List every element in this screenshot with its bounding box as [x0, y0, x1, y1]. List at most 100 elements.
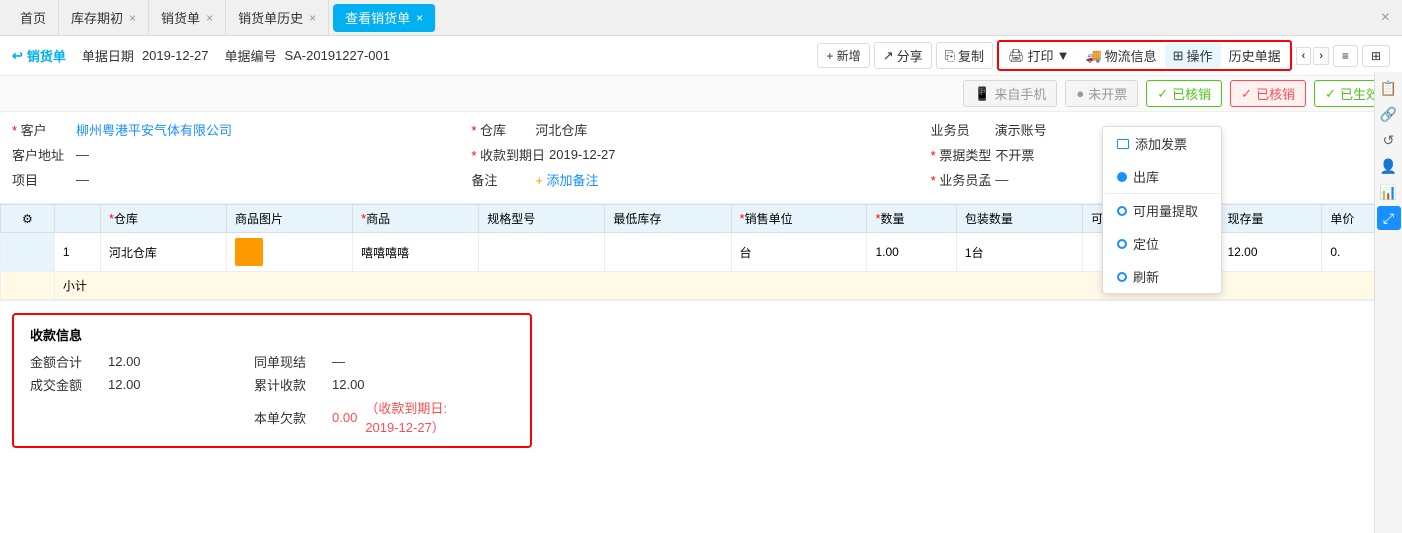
tab-inventory[interactable]: 库存期初 × [59, 0, 149, 36]
customer-label: 客户 [12, 120, 72, 139]
dropdown-locate[interactable]: 定位 [1103, 227, 1221, 260]
customer-value[interactable]: 柳州粤港平安气体有限公司 [76, 120, 232, 139]
staff2-value: — [995, 172, 1008, 187]
dropdown-add-invoice[interactable]: 添加发票 [1103, 127, 1221, 160]
print-operation-group: 🖨 打印 ▼ 🚚 物流信息 ⊞ 操作 历史单据 [997, 40, 1292, 71]
tab-inventory-close[interactable]: × [129, 11, 136, 25]
payment-info-box: 收款信息 金额合计 12.00 同单现结 — 成交金额 12.00 累计收款 1… [12, 313, 532, 448]
history-button[interactable]: 历史单据 [1221, 43, 1289, 68]
row-pack-qty: 1台 [956, 233, 1082, 272]
tab-view-sales-label: 查看销货单 [345, 8, 410, 27]
payment-date-label: 收款到期日 [471, 145, 545, 164]
note-add-icon: + [535, 173, 543, 188]
ticket-type-label: 票据类型 [931, 145, 992, 164]
logistics-icon: 🚚 [1085, 48, 1101, 64]
from-phone-button[interactable]: 📱 来自手机 [963, 80, 1057, 107]
subtotal-gear [1, 272, 55, 300]
tab-view-sales[interactable]: 查看销货单 × [333, 4, 436, 32]
not-open-button[interactable]: ● 未开票 [1065, 80, 1138, 107]
project-label: 项目 [12, 170, 72, 189]
list-view-button[interactable]: ≡ [1333, 45, 1358, 67]
phone-icon: 📱 [974, 86, 990, 102]
row-gear [1, 233, 55, 272]
doc-type: ↩ 销货单 [12, 46, 66, 65]
window-close-button[interactable]: × [1381, 9, 1390, 27]
delivery-icon [1117, 172, 1127, 182]
col-unit: *销售单位 [731, 205, 867, 233]
arrears-detail-row: 本单欠款 0.00 （收款到期日: 2019-12-27） [254, 398, 474, 436]
share-button[interactable]: ↗ 分享 [874, 42, 932, 69]
same-order-row: 同单现结 — [254, 352, 474, 371]
staff-value: 演示账号 [995, 120, 1047, 139]
arrears-note: （收款到期日: 2019-12-27） [365, 398, 474, 436]
print-button[interactable]: 🖨 打印 ▼ [1000, 43, 1077, 68]
deal-amount-value: 12.00 [108, 377, 141, 392]
sidebar-expand-icon[interactable]: ⤢ [1377, 206, 1401, 230]
same-order-value: — [332, 354, 345, 369]
note-add-button[interactable]: + 添加备注 [535, 170, 598, 189]
row-stock: 12.00 [1219, 233, 1322, 272]
dropdown-refresh[interactable]: 刷新 [1103, 260, 1221, 293]
tab-sales-history-close[interactable]: × [309, 11, 316, 25]
tab-bar: 首页 库存期初 × 销货单 × 销货单历史 × 查看销货单 × × [0, 0, 1402, 36]
tab-sales-close[interactable]: × [206, 11, 213, 25]
ticket-type-value: 不开票 [995, 145, 1034, 164]
next-button[interactable]: › [1313, 47, 1329, 65]
status-bar: 📱 来自手机 ● 未开票 ✓ 已核销 ✓ 已核销 ✓ 已生效 [0, 76, 1402, 112]
project-field: 项目 — [12, 170, 471, 189]
arrears-row [30, 398, 250, 436]
sidebar-link-icon[interactable]: 🔗 [1377, 102, 1401, 126]
toolbar: + 新增 ↗ 分享 ⎘ 复制 🖨 打印 ▼ 🚚 物流信息 [817, 40, 1390, 71]
doc-type-label: 销货单 [27, 46, 66, 65]
col-stock: 现存量 [1219, 205, 1322, 233]
tab-sales-history[interactable]: 销货单历史 × [226, 0, 329, 36]
operation-button[interactable]: ⊞ 操作 [1165, 43, 1221, 68]
deal-amount-label: 成交金额 [30, 375, 100, 394]
sidebar-copy-icon[interactable]: 📋 [1377, 76, 1401, 100]
sidebar-chart-icon[interactable]: 📊 [1377, 180, 1401, 204]
tab-sales-history-label: 销货单历史 [238, 8, 303, 27]
address-value: — [76, 147, 89, 162]
same-order-label: 同单现结 [254, 352, 324, 371]
dropdown-qty-pick[interactable]: 可用量提取 [1103, 194, 1221, 227]
deal-amount-row: 成交金额 12.00 [30, 375, 250, 394]
tab-home[interactable]: 首页 [8, 0, 59, 36]
doc-date-label: 单据日期 2019-12-27 [82, 46, 209, 65]
print-icon: 🖨 [1008, 48, 1025, 64]
col-gear: ⚙ [1, 205, 55, 233]
warehouse-value: 河北仓库 [535, 120, 587, 139]
print-dropdown-icon: ▼ [1057, 48, 1070, 63]
prev-button[interactable]: ‹ [1296, 47, 1312, 65]
product-image [235, 238, 263, 266]
operation-icon: ⊞ [1173, 48, 1184, 64]
tab-sales[interactable]: 销货单 × [149, 0, 226, 36]
payment-date-field: 收款到期日 2019-12-27 [471, 145, 930, 164]
copy-button[interactable]: ⎘ 复制 [936, 42, 993, 69]
grid-view-button[interactable]: ⊞ [1362, 45, 1390, 67]
check-button[interactable]: ✓ 已核销 [1146, 80, 1222, 107]
note-field: 备注 + 添加备注 [471, 170, 930, 189]
row-min-stock [605, 233, 731, 272]
logistics-button[interactable]: 🚚 物流信息 [1077, 43, 1164, 68]
main-content: ↩ 销货单 单据日期 2019-12-27 单据编号 SA-20191227-0… [0, 36, 1402, 533]
col-seq [54, 205, 100, 233]
col-pack-qty: 包装数量 [956, 205, 1082, 233]
doc-number-label: 单据编号 SA-20191227-001 [224, 46, 390, 65]
operation-dropdown: 添加发票 出库 可用量提取 定位 刷新 [1102, 126, 1222, 294]
row-seq: 1 [54, 233, 100, 272]
staff-label: 业务员 [931, 120, 991, 139]
locate-icon [1117, 239, 1127, 249]
cumulative-label: 累计收款 [254, 375, 324, 394]
dropdown-delivery[interactable]: 出库 [1103, 160, 1221, 193]
new-button[interactable]: + 新增 [817, 43, 869, 68]
sidebar-user-icon[interactable]: 👤 [1377, 154, 1401, 178]
qty-pick-icon [1117, 206, 1127, 216]
cancel-button[interactable]: ✓ 已核销 [1230, 80, 1306, 107]
col-quantity: *数量 [867, 205, 956, 233]
tab-view-sales-close[interactable]: × [416, 11, 423, 25]
sidebar-refresh-icon[interactable]: ↺ [1377, 128, 1401, 152]
tab-home-label: 首页 [20, 8, 46, 27]
tab-sales-label: 销货单 [161, 8, 200, 27]
row-quantity: 1.00 [867, 233, 956, 272]
row-product: 嘻嘻嘻嘻 [353, 233, 479, 272]
